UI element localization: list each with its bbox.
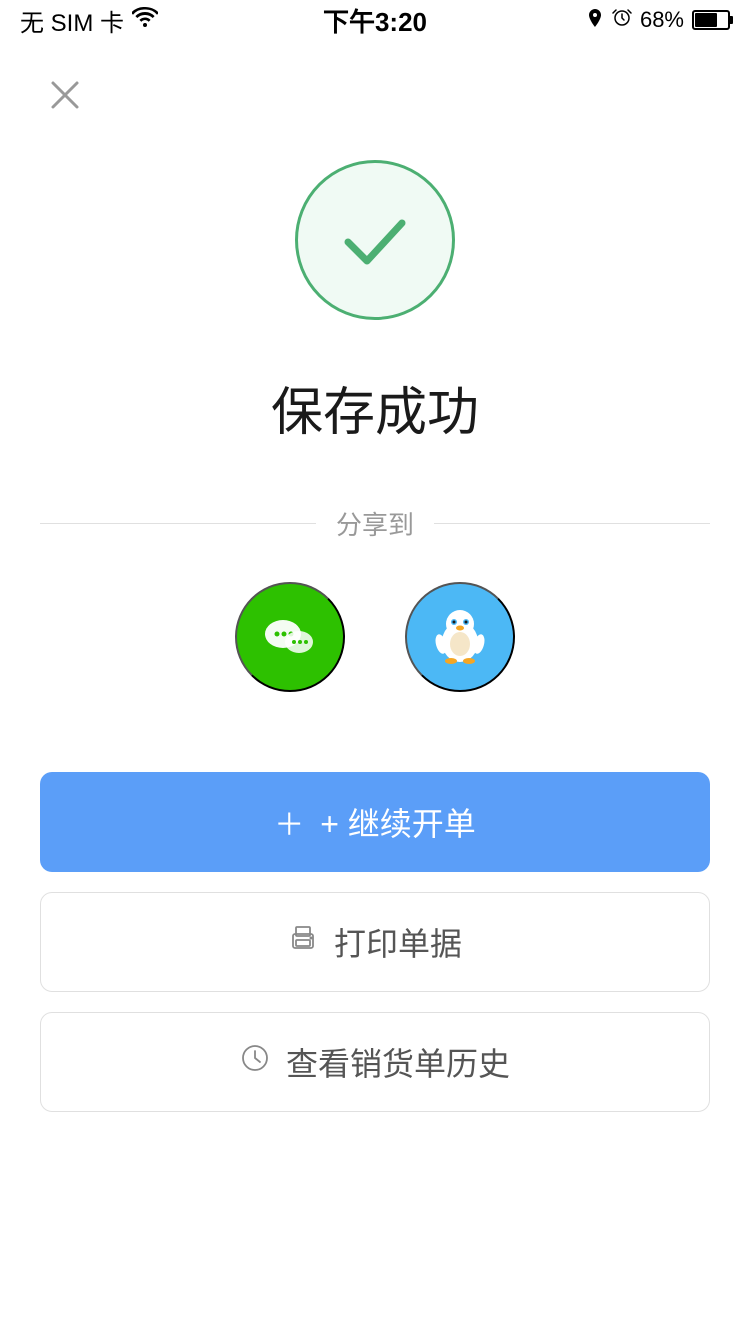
- share-label: 分享到: [336, 505, 414, 542]
- share-icons: [235, 582, 515, 692]
- success-circle: [295, 160, 455, 320]
- battery-percent: 68%: [640, 7, 684, 33]
- close-icon: [49, 79, 81, 111]
- alarm-icon: [612, 7, 632, 33]
- status-right: 68%: [586, 7, 730, 33]
- success-title: 保存成功: [271, 370, 479, 445]
- divider-line-left: [40, 523, 316, 524]
- continue-order-button[interactable]: ＋ + 继续开单: [40, 772, 710, 872]
- qq-share-button[interactable]: [405, 582, 515, 692]
- history-button[interactable]: 查看销货单历史: [40, 1012, 710, 1112]
- print-icon: [288, 924, 318, 960]
- checkmark-icon: [330, 195, 420, 285]
- status-bar: 无 SIM 卡 下午3:20 68%: [0, 0, 750, 40]
- status-time: 下午3:20: [323, 2, 427, 39]
- wechat-icon: [257, 604, 323, 670]
- close-button[interactable]: [40, 70, 90, 120]
- location-icon: [586, 7, 604, 33]
- wifi-icon: [132, 6, 158, 34]
- print-button[interactable]: 打印单据: [40, 892, 710, 992]
- print-label: 打印单据: [334, 919, 462, 965]
- qq-icon: [430, 604, 490, 670]
- sim-status: 无 SIM 卡: [20, 3, 124, 38]
- battery-icon: [692, 10, 730, 30]
- continue-label: + 继续开单: [320, 799, 476, 845]
- divider-line-right: [434, 523, 710, 524]
- history-label: 查看销货单历史: [286, 1039, 510, 1085]
- share-divider: 分享到: [40, 505, 710, 542]
- history-icon: [240, 1043, 270, 1081]
- wechat-share-button[interactable]: [235, 582, 345, 692]
- page-content: 保存成功 分享到: [0, 40, 750, 1334]
- continue-icon: ＋: [274, 800, 304, 844]
- status-left: 无 SIM 卡: [20, 3, 158, 38]
